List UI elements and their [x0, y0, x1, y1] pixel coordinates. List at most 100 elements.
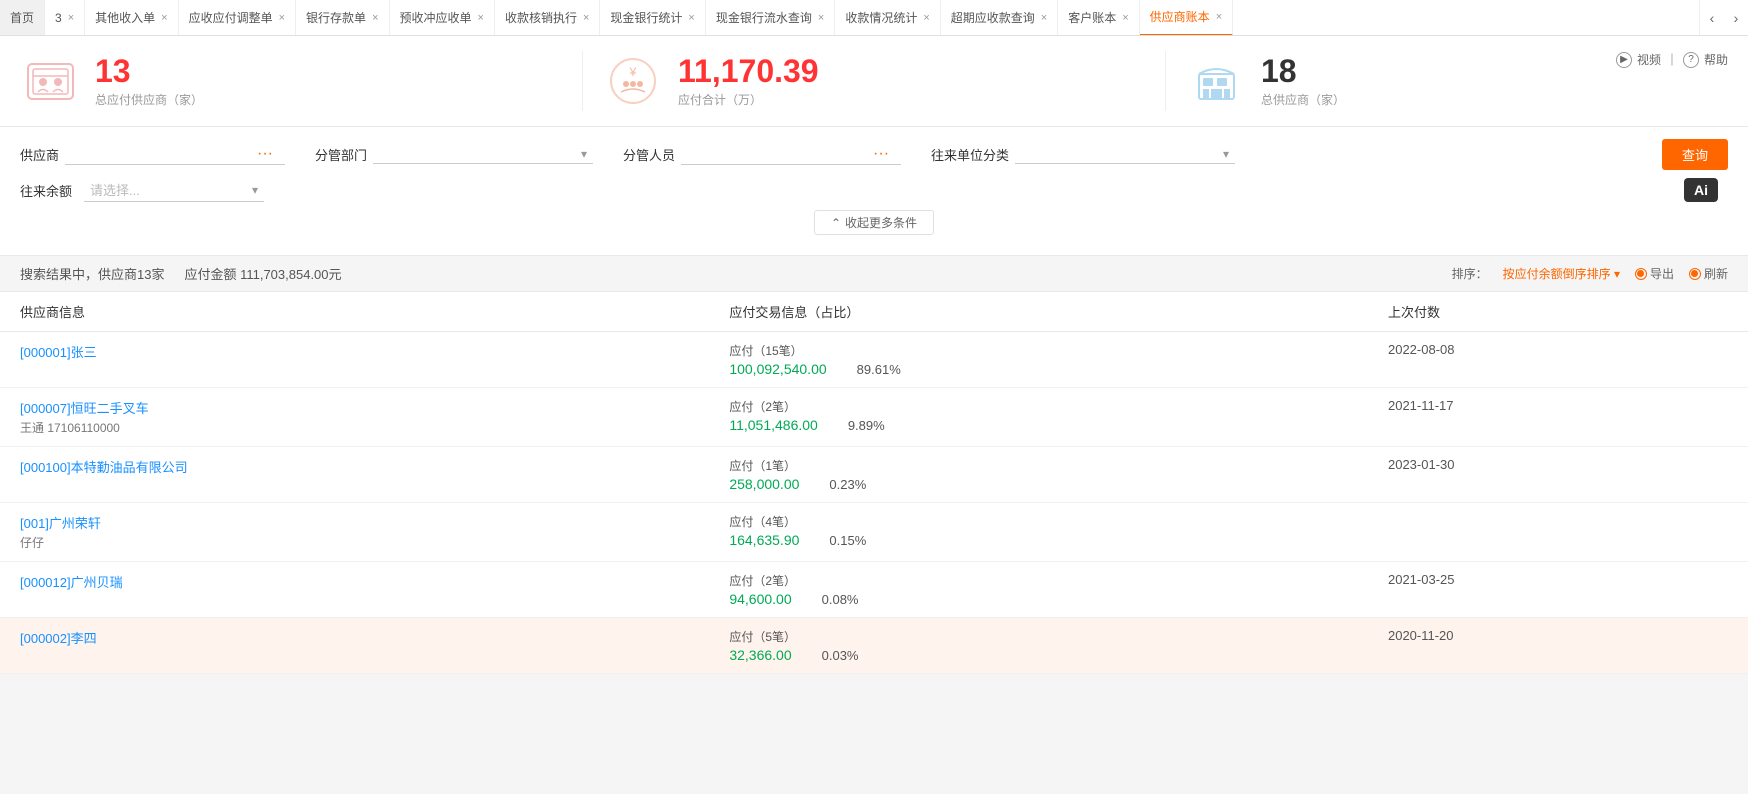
close-tab-supplier-book[interactable]: × [1216, 11, 1222, 23]
person-input[interactable] [681, 145, 871, 164]
sort-value-text[interactable]: 按应付余额倒序排序 ▾ [1503, 265, 1620, 282]
supplier-link-3[interactable]: [001]广州荣轩 [20, 516, 101, 531]
nav-tab-bank-deposit[interactable]: 银行存款单× [296, 0, 389, 36]
nav-tab-receipt-stat[interactable]: 收款情况统计× [835, 0, 940, 36]
transaction-pct-2: 0.23% [829, 477, 866, 492]
nav-tab-cash-bank-query[interactable]: 现金银行流水查询× [706, 0, 835, 36]
last-payment-cell-3 [1368, 503, 1748, 562]
nav-tab-supplier-book[interactable]: 供应商账本× [1140, 0, 1233, 36]
nav-tab-cash-bank-stat[interactable]: 现金银行统计× [600, 0, 705, 36]
department-select[interactable]: ▾ [373, 145, 593, 164]
export-radio-icon [1635, 268, 1647, 280]
close-tab-receipt-exec[interactable]: × [583, 12, 589, 24]
close-tab-customer-book[interactable]: × [1122, 12, 1128, 24]
col-last-payment: 上次付数 [1368, 292, 1748, 332]
nav-tab-customer-book[interactable]: 客户账本× [1058, 0, 1139, 36]
supplier-cell-3: [001]广州荣轩仔仔 [0, 503, 709, 562]
transaction-amount-4: 94,600.00 [729, 591, 791, 607]
transaction-pct-3: 0.15% [829, 533, 866, 548]
nav-tab-receipt-exec[interactable]: 收款核销执行× [495, 0, 600, 36]
supplier-link-2[interactable]: [000100]本特勤油品有限公司 [20, 460, 188, 475]
supplier-dots[interactable]: ··· [257, 145, 273, 163]
person-dots[interactable]: ··· [873, 145, 889, 163]
close-tab-receipt-stat[interactable]: × [923, 12, 929, 24]
supplier-link-1[interactable]: [000007]恒旺二手叉车 [20, 401, 149, 416]
nav-tab-home[interactable]: 首页 [0, 0, 45, 36]
transaction-cell-5: 应付（5笔）32,366.000.03% [709, 618, 1368, 674]
total-suppliers-content: 18 总供应商（家） [1261, 55, 1345, 108]
department-label: 分管部门 [315, 145, 367, 164]
transaction-count-0: 应付（15笔） [729, 342, 1348, 359]
stat-divider-1 [582, 51, 583, 111]
nav-tab-other-income[interactable]: 其他收入单× [85, 0, 178, 36]
balance-label: 往来余额 [20, 181, 72, 200]
result-bar: 搜索结果中，供应商13家 应付金额 111,703,854.00元 排序： 按应… [0, 256, 1748, 292]
refresh-button[interactable]: 刷新 [1689, 265, 1728, 282]
balance-placeholder: 请选择... [90, 180, 252, 199]
payable-suppliers-value: 13 [95, 55, 203, 87]
close-tab-ar-ap-adjust[interactable]: × [279, 12, 285, 24]
table-row: [000012]广州贝瑞应付（2笔）94,600.000.08%2021-03-… [0, 562, 1748, 618]
supplier-cell-0: [000001]张三 [0, 332, 709, 388]
col-supplier-info: 供应商信息 [0, 292, 709, 332]
close-tab-cash-bank-stat[interactable]: × [688, 12, 694, 24]
close-tab-prepay-ar[interactable]: × [478, 12, 484, 24]
refresh-label: 刷新 [1704, 265, 1728, 282]
supplier-cell-4: [000012]广州贝瑞 [0, 562, 709, 618]
supplier-link-0[interactable]: [000001]张三 [20, 345, 97, 360]
video-link[interactable]: 视频 [1637, 51, 1661, 68]
category-arrow-icon: ▾ [1223, 147, 1229, 161]
payable-total-icon: ¥ [603, 51, 663, 111]
top-right-links: ▶ 视频 ｜ ? 帮助 [1616, 51, 1728, 68]
supplier-sub-3: 仔仔 [20, 534, 689, 551]
nav-prev-arrow[interactable]: ‹ [1700, 0, 1724, 36]
transaction-cell-0: 应付（15笔）100,092,540.0089.61% [709, 332, 1368, 388]
total-suppliers-value: 18 [1261, 55, 1345, 87]
last-payment-cell-4: 2021-03-25 [1368, 562, 1748, 618]
transaction-amount-2: 258,000.00 [729, 476, 799, 492]
export-button[interactable]: 导出 [1635, 265, 1674, 282]
category-label: 往来单位分类 [931, 145, 1009, 164]
transaction-pct-0: 89.61% [857, 362, 901, 377]
help-icon[interactable]: ? [1683, 52, 1699, 68]
query-button[interactable]: 查询 [1662, 139, 1728, 170]
balance-select[interactable]: 请选择... ▾ [84, 178, 264, 202]
collapse-button[interactable]: ⌃ 收起更多条件 [814, 210, 934, 235]
nav-tab-tab3[interactable]: 3× [45, 0, 85, 36]
supplier-input[interactable] [65, 145, 255, 164]
category-select[interactable]: ▾ [1015, 145, 1235, 164]
close-tab-other-income[interactable]: × [161, 12, 167, 24]
nav-tab-overdue-query[interactable]: 超期应收款查询× [941, 0, 1058, 36]
payable-suppliers-content: 13 总应付供应商（家） [95, 55, 203, 108]
last-payment-cell-0: 2022-08-08 [1368, 332, 1748, 388]
transaction-count-4: 应付（2笔） [729, 572, 1348, 589]
filter-bar: 供应商 ··· 分管部门 ▾ 分管人员 ··· 往来单位分类 [0, 127, 1748, 256]
ai-badge[interactable]: Ai [1684, 178, 1718, 202]
nav-next-arrow[interactable]: › [1724, 0, 1748, 36]
transaction-count-1: 应付（2笔） [729, 398, 1348, 415]
video-icon[interactable]: ▶ [1616, 52, 1632, 68]
supplier-input-container: ··· [65, 145, 285, 165]
nav-tab-ar-ap-adjust[interactable]: 应收应付调整单× [179, 0, 296, 36]
transaction-pct-1: 9.89% [848, 418, 885, 433]
close-tab-bank-deposit[interactable]: × [372, 12, 378, 24]
close-tab-cash-bank-query[interactable]: × [818, 12, 824, 24]
help-link[interactable]: 帮助 [1704, 51, 1728, 68]
close-tab-overdue-query[interactable]: × [1041, 12, 1047, 24]
payable-total-label: 应付合计（万） [678, 91, 819, 108]
result-amount-summary: 应付金额 111,703,854.00元 [184, 264, 341, 283]
payable-suppliers-label: 总应付供应商（家） [95, 91, 203, 108]
collapse-label: 收起更多条件 [845, 214, 917, 231]
total-suppliers-label: 总供应商（家） [1261, 91, 1345, 108]
table-row: [000007]恒旺二手叉车王通 17106110000应付（2笔）11,051… [0, 388, 1748, 447]
supplier-link-5[interactable]: [000002]李四 [20, 631, 97, 646]
filter-supplier: 供应商 ··· [20, 145, 285, 165]
supplier-cell-1: [000007]恒旺二手叉车王通 17106110000 [0, 388, 709, 447]
filter-balance: 往来余额 请选择... ▾ [20, 178, 264, 202]
nav-tab-prepay-ar[interactable]: 预收冲应收单× [390, 0, 495, 36]
supplier-link-4[interactable]: [000012]广州贝瑞 [20, 575, 123, 590]
total-suppliers-icon [1186, 51, 1246, 111]
close-tab-tab3[interactable]: × [68, 12, 74, 24]
stat-payable-total: ¥ 11,170.39 应付合计（万） [603, 51, 1145, 111]
result-info: 搜索结果中，供应商13家 应付金额 111,703,854.00元 [20, 264, 342, 283]
